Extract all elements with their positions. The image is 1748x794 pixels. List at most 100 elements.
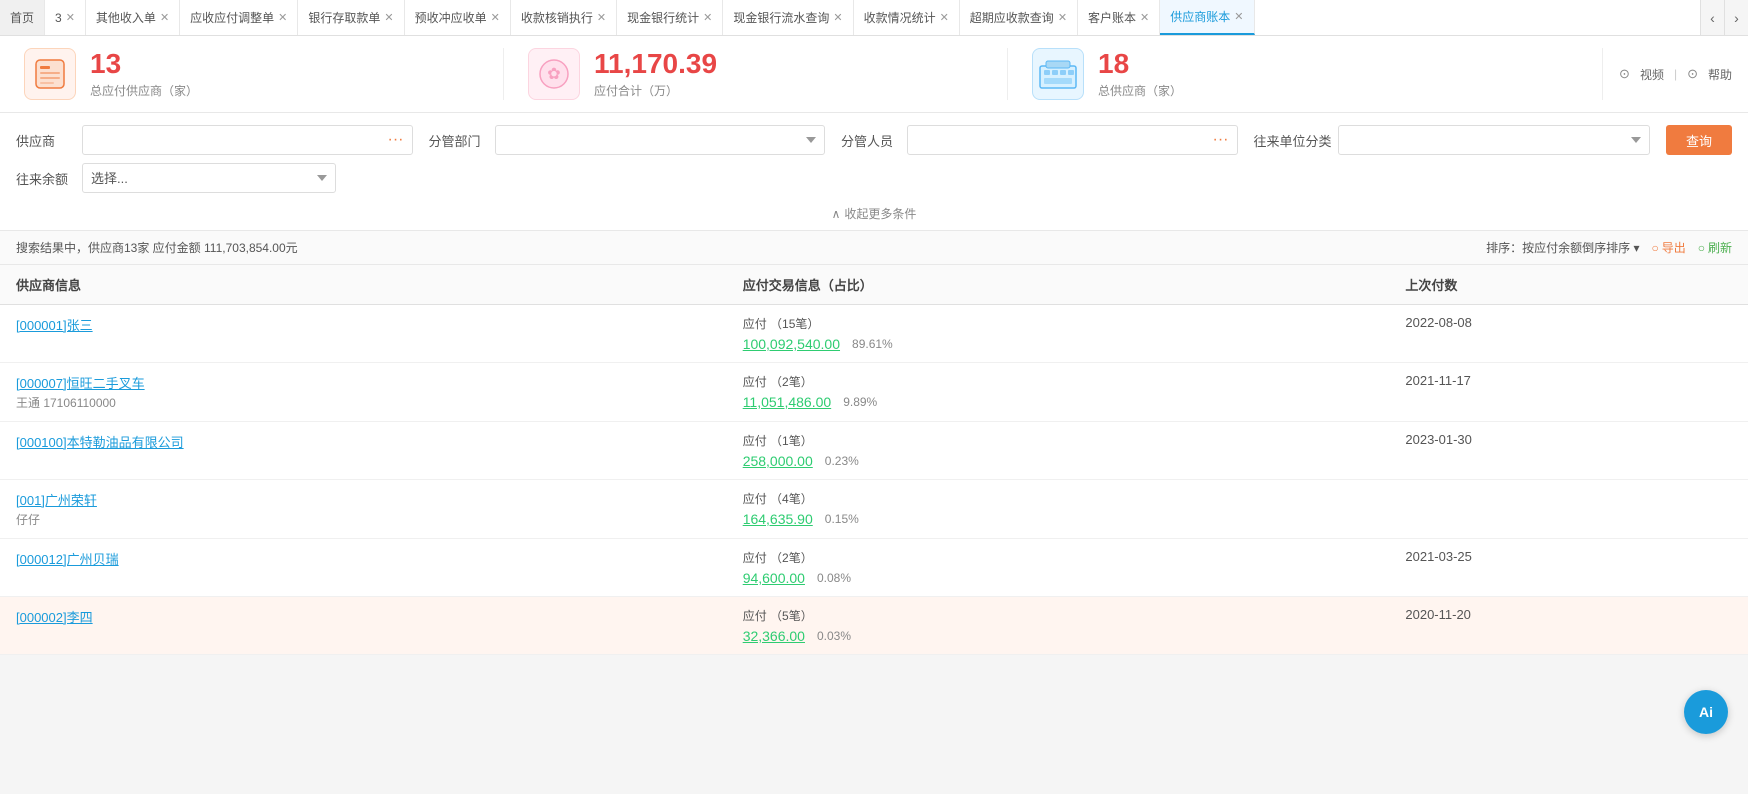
tx-amount-link[interactable]: 164,635.90 [743, 511, 813, 527]
nav-tab-other-income[interactable]: 其他收入单 ✕ [86, 0, 180, 35]
nav-tab-cash-bank-flow-label: 现金银行流水查询 [733, 9, 829, 26]
dept-label: 分管部门 [429, 131, 489, 150]
table-cell-supplier-info: [000002]李四 [0, 597, 727, 655]
tx-count: （4笔） [767, 492, 813, 506]
nav-tab-home[interactable]: 首页 [0, 0, 45, 35]
close-tab-bank-deposit[interactable]: ✕ [384, 11, 393, 24]
close-tab-cash-bank-flow[interactable]: ✕ [833, 11, 842, 24]
refresh-button[interactable]: ○ 刷新 [1698, 239, 1732, 256]
tx-label: 应付 [743, 551, 767, 565]
close-tab-other-income[interactable]: ✕ [160, 11, 169, 24]
nav-tab-receipt-stat[interactable]: 收款情况统计 ✕ [854, 0, 960, 35]
results-actions: 排序：按应付余额倒序排序 ▾ ○ 导出 ○ 刷新 [1486, 239, 1732, 256]
close-tab-supplier-ledger[interactable]: ✕ [1234, 10, 1243, 23]
filter-item-supplier: 供应商 ··· [16, 125, 413, 155]
person-dots-icon[interactable]: ··· [1213, 131, 1229, 149]
close-tab-cash-bank-stat[interactable]: ✕ [703, 11, 712, 24]
ai-button-label: Ai [1699, 704, 1713, 720]
video-link[interactable]: 视频 [1640, 66, 1664, 83]
tx-amount-link[interactable]: 94,600.00 [743, 570, 805, 586]
nav-tab-overdue-ar[interactable]: 超期应收款查询 ✕ [960, 0, 1078, 35]
supplier-link[interactable]: [000002]李四 [16, 610, 93, 625]
stat-label-payable-total: 应付合计（万） [594, 82, 717, 99]
sort-button[interactable]: 排序：按应付余额倒序排序 ▾ [1486, 239, 1639, 256]
close-tab-overdue-ar[interactable]: ✕ [1058, 11, 1067, 24]
nav-tab-prepay-offset[interactable]: 预收冲应收单 ✕ [405, 0, 511, 35]
table-cell-tx-info: 应付 （2笔）11,051,486.009.89% [727, 363, 1390, 422]
tx-percent: 0.03% [817, 629, 851, 643]
table-cell-last-date: 2022-08-08 [1389, 305, 1748, 363]
ai-button[interactable]: Ai [1684, 690, 1728, 734]
nav-tab-ar-ap-adjust[interactable]: 应收应付调整单 ✕ [180, 0, 298, 35]
export-button[interactable]: ○ 导出 [1651, 239, 1685, 256]
close-tab-3[interactable]: ✕ [66, 11, 75, 24]
table-body: [000001]张三应付 （15笔）100,092,540.0089.61%20… [0, 305, 1748, 655]
nav-tab-payment-verify-label: 收款核销执行 [521, 9, 593, 26]
table-cell-last-date [1389, 480, 1748, 539]
export-label: 导出 [1662, 239, 1686, 256]
filter-area: 供应商 ··· 分管部门 分管人员 ··· 往来单位分类 查询 [0, 113, 1748, 231]
stat-label-suppliers-payable: 总应付供应商（家） [90, 82, 198, 99]
nav-arrow-left[interactable]: ‹ [1700, 0, 1724, 36]
search-button[interactable]: 查询 [1666, 125, 1732, 155]
nav-tab-3-label: 3 [55, 11, 62, 25]
stat-icon-suppliers-payable [24, 48, 76, 100]
nav-arrow-right[interactable]: › [1724, 0, 1748, 36]
close-tab-customer-ledger[interactable]: ✕ [1140, 11, 1149, 24]
tx-label-line: 应付 （15笔） [743, 315, 1374, 332]
table-row: [001]广州荣轩仔仔应付 （4笔）164,635.900.15% [0, 480, 1748, 539]
nav-tab-bank-deposit[interactable]: 银行存取款单 ✕ [298, 0, 404, 35]
refresh-icon: ○ [1698, 241, 1705, 255]
stats-bar: 13 总应付供应商（家） ✿ 11,170.39 应付合计（万） [0, 36, 1748, 113]
col-header-supplier-info: 供应商信息 [0, 265, 727, 305]
tx-amount-link[interactable]: 11,051,486.00 [743, 394, 832, 410]
tx-label-line: 应付 （5笔） [743, 607, 1374, 624]
supplier-link[interactable]: [000007]恒旺二手叉车 [16, 376, 145, 391]
nav-tab-prepay-offset-label: 预收冲应收单 [415, 9, 487, 26]
nav-tab-customer-ledger[interactable]: 客户账本 ✕ [1078, 0, 1160, 35]
export-icon: ○ [1651, 241, 1658, 255]
nav-tab-cash-bank-flow[interactable]: 现金银行流水查询 ✕ [723, 0, 853, 35]
table-cell-last-date: 2023-01-30 [1389, 422, 1748, 480]
close-tab-payment-verify[interactable]: ✕ [597, 11, 606, 24]
nav-tab-supplier-ledger[interactable]: 供应商账本 ✕ [1160, 0, 1254, 35]
category-select[interactable] [1338, 125, 1650, 155]
supplier-link[interactable]: [000001]张三 [16, 318, 93, 333]
filter-item-person: 分管人员 ··· [841, 125, 1238, 155]
tx-amount-link[interactable]: 32,366.00 [743, 628, 805, 644]
collapse-button[interactable]: ∧ 收起更多条件 [16, 201, 1732, 222]
tx-label-line: 应付 （4笔） [743, 490, 1374, 507]
link-separator: | [1674, 67, 1677, 81]
refresh-label: 刷新 [1708, 239, 1732, 256]
nav-tab-payment-verify[interactable]: 收款核销执行 ✕ [511, 0, 617, 35]
supplier-input-wrapper[interactable]: ··· [82, 125, 413, 155]
help-link[interactable]: 帮助 [1708, 66, 1732, 83]
balance-select[interactable]: 选择... [82, 163, 336, 193]
supplier-link[interactable]: [001]广州荣轩 [16, 493, 97, 508]
table-cell-tx-info: 应付 （15笔）100,092,540.0089.61% [727, 305, 1390, 363]
dept-select[interactable] [495, 125, 826, 155]
close-tab-ar-ap-adjust[interactable]: ✕ [278, 11, 287, 24]
nav-tab-3[interactable]: 3 ✕ [45, 0, 86, 35]
nav-tab-cash-bank-stat[interactable]: 现金银行统计 ✕ [617, 0, 723, 35]
table-cell-supplier-info: [000012]广州贝瑞 [0, 539, 727, 597]
last-payment-date: 2020-11-20 [1405, 607, 1471, 622]
supplier-link[interactable]: [000012]广州贝瑞 [16, 552, 119, 567]
supplier-link[interactable]: [000100]本特勒油品有限公司 [16, 435, 184, 450]
col-header-last-payment: 上次付数 [1389, 265, 1748, 305]
close-tab-receipt-stat[interactable]: ✕ [940, 11, 949, 24]
chevron-up-icon: ∧ [832, 207, 841, 221]
stat-icon-payable-total: ✿ [528, 48, 580, 100]
tx-amount-link[interactable]: 258,000.00 [743, 453, 813, 469]
stat-text-total-suppliers: 18 总供应商（家） [1098, 50, 1182, 99]
supplier-dots-icon[interactable]: ··· [388, 131, 404, 149]
circle-q-icon: ⊙ [1687, 66, 1698, 82]
table-row: [000100]本特勒油品有限公司应付 （1笔）258,000.000.23%2… [0, 422, 1748, 480]
tx-amount-link[interactable]: 100,092,540.00 [743, 336, 840, 352]
nav-tab-cash-bank-stat-label: 现金银行统计 [627, 9, 699, 26]
nav-tab-overdue-ar-label: 超期应收款查询 [970, 9, 1054, 26]
table-cell-tx-info: 应付 （1笔）258,000.000.23% [727, 422, 1390, 480]
close-tab-prepay-offset[interactable]: ✕ [491, 11, 500, 24]
person-input-wrapper[interactable]: ··· [907, 125, 1238, 155]
tx-label-line: 应付 （1笔） [743, 432, 1374, 449]
